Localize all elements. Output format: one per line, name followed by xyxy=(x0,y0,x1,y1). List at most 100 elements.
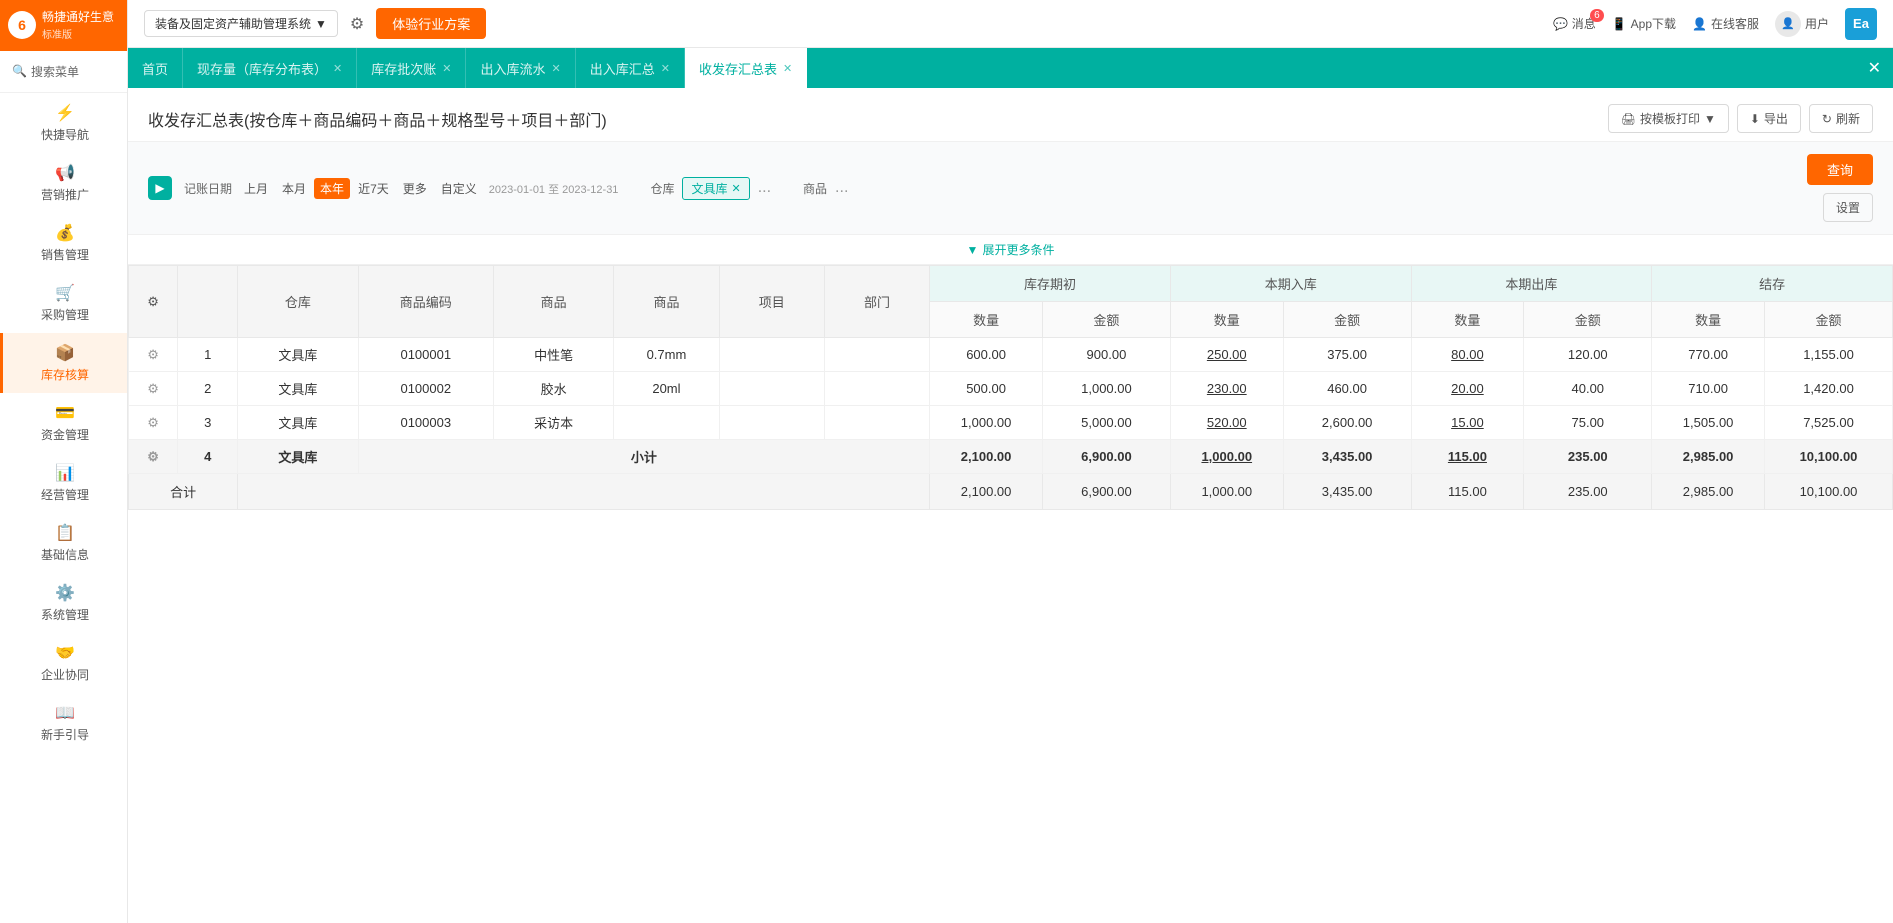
tab-close-icon[interactable]: ✕ xyxy=(333,62,342,75)
row-in-amt: 460.00 xyxy=(1283,372,1411,406)
export-button[interactable]: ⬇ 导出 xyxy=(1737,104,1801,133)
total-bal-amt: 10,100.00 xyxy=(1765,474,1893,510)
subtotal-warehouse: 文具库 xyxy=(238,440,358,474)
goods-more-button[interactable]: ... xyxy=(835,179,848,197)
page-title: 收发存汇总表(按仓库＋商品编码＋商品＋规格型号＋项目＋部门) xyxy=(148,107,607,131)
tab-inventory-dist[interactable]: 现存量（库存分布表） ✕ xyxy=(183,48,357,88)
row-settings[interactable]: ⚙ xyxy=(129,406,178,440)
topbar-right: 💬 6 消息 📱 App下载 👤 在线客服 👤 用户 Ea xyxy=(1553,8,1877,40)
online-service-button[interactable]: 👤 在线客服 xyxy=(1692,15,1759,32)
row-settings[interactable]: ⚙ xyxy=(129,338,178,372)
index-header xyxy=(178,266,238,338)
sidebar-item-system[interactable]: ⚙️ 系统管理 xyxy=(0,573,127,633)
sidebar-brand: 畅捷通好生意 标准版 xyxy=(42,10,114,41)
tab-close-icon[interactable]: ✕ xyxy=(783,62,792,75)
subtotal-in-amt: 3,435.00 xyxy=(1283,440,1411,474)
table-settings-header[interactable]: ⚙ xyxy=(129,266,178,338)
sidebar-nav: ⚡ 快捷导航 📢 营销推广 💰 销售管理 🛒 采购管理 📦 库存核算 💳 资金管… xyxy=(0,93,127,923)
date-more[interactable]: 更多 xyxy=(397,178,433,199)
sidebar: 6 畅捷通好生意 标准版 🔍 搜索菜单 ⚡ 快捷导航 📢 营销推广 💰 销售管理… xyxy=(0,0,128,923)
goods-filter: 商品 ... xyxy=(803,179,848,197)
sidebar-item-basic-info[interactable]: 📋 基础信息 xyxy=(0,513,127,573)
row-project xyxy=(719,338,824,372)
sidebar-item-enterprise[interactable]: 🤝 企业协同 xyxy=(0,633,127,693)
sidebar-item-marketing[interactable]: 📢 营销推广 xyxy=(0,153,127,213)
tab-home[interactable]: 首页 xyxy=(128,48,183,88)
app-download-button[interactable]: 📱 App下载 xyxy=(1612,15,1676,32)
row-out-qty[interactable]: 15.00 xyxy=(1411,406,1524,440)
settings-icon[interactable]: ⚙ xyxy=(350,14,364,34)
warehouse-tag-close[interactable]: ✕ xyxy=(731,182,740,195)
row-spec: 0.7mm xyxy=(614,338,719,372)
warehouse-more-button[interactable]: ... xyxy=(758,179,771,197)
date-last-month[interactable]: 上月 xyxy=(238,178,274,199)
total-bal-qty: 2,985.00 xyxy=(1652,474,1765,510)
row-code: 0100002 xyxy=(358,372,493,406)
sidebar-item-quick-nav[interactable]: ⚡ 快捷导航 xyxy=(0,93,127,153)
row-bal-amt: 1,420.00 xyxy=(1765,372,1893,406)
trial-button[interactable]: 体验行业方案 xyxy=(376,8,486,39)
opening-group-header: 库存期初 xyxy=(930,266,1171,302)
row-warehouse: 文具库 xyxy=(238,372,358,406)
sidebar-item-finance[interactable]: 💳 资金管理 xyxy=(0,393,127,453)
date-this-month[interactable]: 本月 xyxy=(276,178,312,199)
row-open-qty: 600.00 xyxy=(930,338,1043,372)
subtotal-bal-qty: 2,985.00 xyxy=(1652,440,1765,474)
system-selector[interactable]: 装备及固定资产辅助管理系统 ▼ xyxy=(144,10,338,37)
date-this-year[interactable]: 本年 xyxy=(314,178,350,199)
tab-close-icon[interactable]: ✕ xyxy=(661,62,670,75)
avatar-icon: 👤 xyxy=(1781,17,1795,30)
sidebar-item-operations[interactable]: 📊 经营管理 xyxy=(0,453,127,513)
total-row: 合计 2,100.00 6,900.00 1,000.00 3,435.00 1… xyxy=(129,474,1893,510)
tab-close-icon[interactable]: ✕ xyxy=(552,62,561,75)
row-warehouse: 文具库 xyxy=(238,338,358,372)
topbar: 装备及固定资产辅助管理系统 ▼ ⚙ 体验行业方案 💬 6 消息 📱 App下载 … xyxy=(128,0,1893,48)
data-table-wrapper: ⚙ 仓库 商品编码 商品 商品 项目 部门 库存期初 本期入库 本期出库 结存 xyxy=(128,265,1893,923)
row-out-qty[interactable]: 20.00 xyxy=(1411,372,1524,406)
row-settings[interactable]: ⚙ xyxy=(129,372,178,406)
filter-toggle-button[interactable]: ▶ xyxy=(148,176,172,200)
expand-filter-button[interactable]: ▼ 展开更多条件 xyxy=(967,241,1055,258)
sidebar-item-sales[interactable]: 💰 销售管理 xyxy=(0,213,127,273)
query-button[interactable]: 查询 xyxy=(1807,154,1873,185)
tab-batch[interactable]: 库存批次账 ✕ xyxy=(357,48,466,88)
sidebar-item-inventory[interactable]: 📦 库存核算 xyxy=(0,333,127,393)
user-menu[interactable]: 👤 用户 xyxy=(1775,11,1829,37)
user-label: 用户 xyxy=(1805,15,1829,32)
bal-amt-header: 金额 xyxy=(1765,302,1893,338)
refresh-button[interactable]: ↻ 刷新 xyxy=(1809,104,1873,133)
tab-home-label: 首页 xyxy=(142,59,168,78)
row-in-qty[interactable]: 520.00 xyxy=(1170,406,1283,440)
tab-inout-summary[interactable]: 出入库汇总 ✕ xyxy=(576,48,685,88)
enterprise-icon: 🤝 xyxy=(55,643,75,663)
subtotal-in-qty[interactable]: 1,000.00 xyxy=(1170,440,1283,474)
search-menu-button[interactable]: 🔍 搜索菜单 xyxy=(8,59,119,84)
subtotal-settings[interactable]: ⚙ xyxy=(129,440,178,474)
sidebar-item-beginner[interactable]: 📖 新手引导 xyxy=(0,693,127,753)
table-row: ⚙ 3 文具库 0100003 采访本 1,000.00 5,000.00 52… xyxy=(129,406,1893,440)
row-out-qty[interactable]: 80.00 xyxy=(1411,338,1524,372)
bal-qty-header: 数量 xyxy=(1652,302,1765,338)
date-last-7-days[interactable]: 近7天 xyxy=(352,178,395,199)
tab-inout-flow[interactable]: 出入库流水 ✕ xyxy=(466,48,575,88)
sidebar-item-label: 企业协同 xyxy=(41,666,89,683)
sidebar-title: 畅捷通好生意 xyxy=(42,10,114,26)
row-in-qty[interactable]: 230.00 xyxy=(1170,372,1283,406)
tabbar: 首页 现存量（库存分布表） ✕ 库存批次账 ✕ 出入库流水 ✕ 出入库汇总 ✕ … xyxy=(128,48,1893,88)
chevron-down-icon: ▼ xyxy=(315,17,327,31)
print-button[interactable]: 🖨 按模板打印 ▼ xyxy=(1608,104,1729,133)
messages-button[interactable]: 💬 6 消息 xyxy=(1553,15,1595,32)
sidebar-item-purchase[interactable]: 🛒 采购管理 xyxy=(0,273,127,333)
tab-label: 收发存汇总表 xyxy=(699,59,777,78)
warehouse-tag[interactable]: 文具库 ✕ xyxy=(682,177,749,200)
opening-qty-header: 数量 xyxy=(930,302,1043,338)
subtotal-out-qty[interactable]: 115.00 xyxy=(1411,440,1524,474)
row-bal-amt: 1,155.00 xyxy=(1765,338,1893,372)
row-in-qty[interactable]: 250.00 xyxy=(1170,338,1283,372)
filter-settings-button[interactable]: 设置 xyxy=(1823,193,1873,222)
row-in-amt: 375.00 xyxy=(1283,338,1411,372)
tab-close-icon[interactable]: ✕ xyxy=(442,62,451,75)
tab-stock-summary[interactable]: 收发存汇总表 ✕ xyxy=(685,48,807,88)
close-all-tabs-button[interactable]: ✕ xyxy=(1856,58,1893,78)
date-custom[interactable]: 自定义 xyxy=(435,178,483,199)
